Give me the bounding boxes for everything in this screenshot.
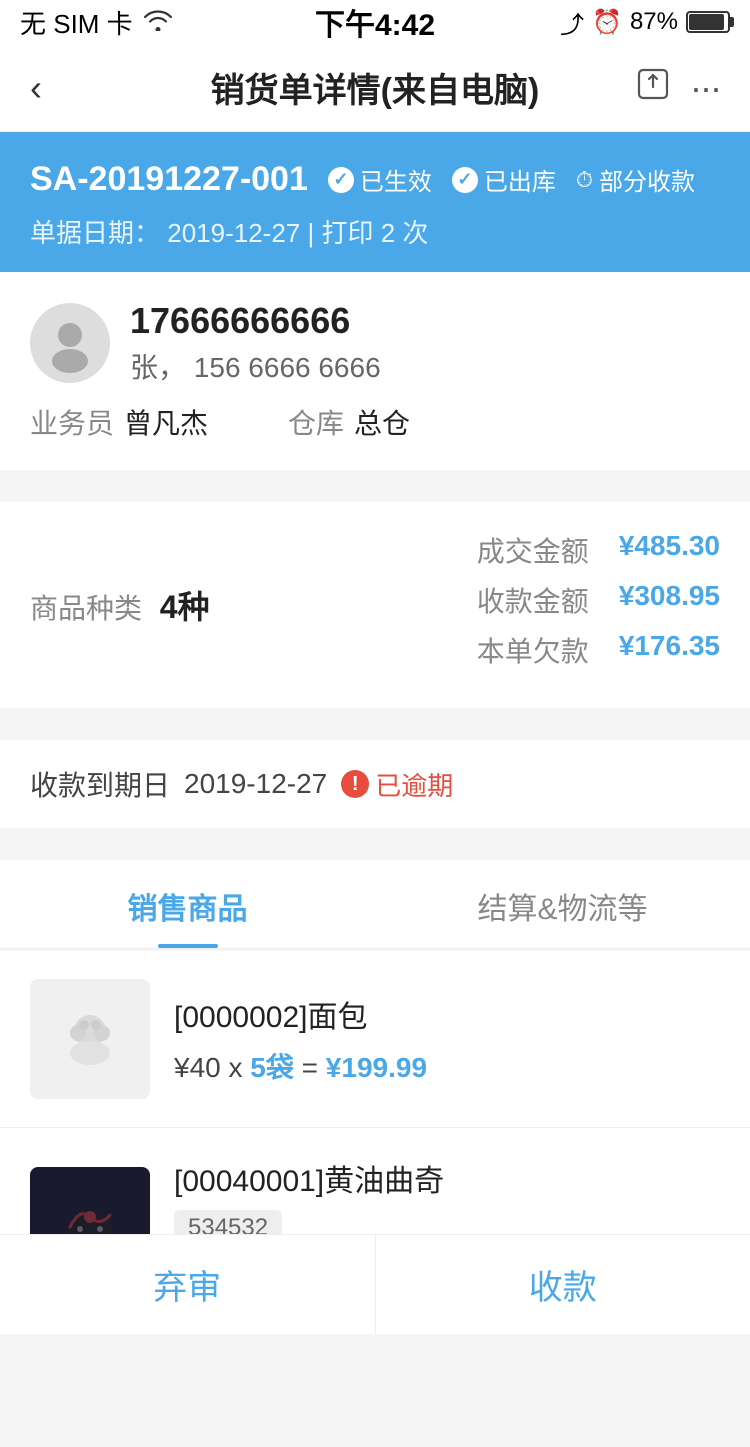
warehouse-label: 仓库	[288, 402, 344, 442]
status-right: ⤴ ⏰ 87%	[560, 5, 730, 40]
customer-alt-phone: 156 6666 6666	[194, 352, 381, 383]
page-title: 销货单详情(来自电脑)	[211, 63, 540, 112]
due-label: 本单欠款	[477, 630, 589, 670]
print-count: 2	[381, 218, 395, 248]
received-label: 收款金额	[477, 580, 589, 620]
product-item: [0000002]面包 ¥40 x 5袋 = ¥199.99	[0, 951, 750, 1128]
print-label: 打印	[321, 218, 373, 248]
nav-bar: ‹ 销货单详情(来自电脑) ···	[0, 44, 750, 132]
location-icon: ⤴	[560, 5, 584, 40]
order-date-row: 单据日期： 2019-12-27 | 打印 2 次	[30, 213, 720, 250]
tab-settlement[interactable]: 结算&物流等	[375, 860, 750, 948]
product-name-1: [0000002]面包	[174, 992, 720, 1036]
tab-sales[interactable]: 销售商品	[0, 860, 375, 948]
status-left: 无 SIM 卡	[20, 4, 173, 41]
order-date-sep: |	[307, 218, 321, 248]
status-time: 下午4:42	[315, 0, 435, 44]
product-thumb-1	[30, 979, 150, 1099]
divider-3	[0, 844, 750, 860]
order-id: SA-20191227-001	[30, 160, 308, 199]
order-date-label: 单据日期：	[30, 218, 160, 248]
battery-percent: 87%	[630, 8, 678, 36]
customer-section: 17666666666 张， 156 6666 6666 业务员 曾凡杰 仓库 …	[0, 272, 750, 470]
customer-name-label: 张，	[130, 352, 186, 383]
status-partial: ⏱ 部分收款	[576, 162, 695, 197]
tab-sales-label: 销售商品	[128, 893, 248, 926]
divider-2	[0, 724, 750, 740]
warehouse-value: 总仓	[354, 402, 410, 442]
status-shipped: ✓ 已出库	[452, 162, 556, 197]
category-value: 4种	[160, 589, 210, 625]
category-label: 商品种类	[30, 593, 142, 624]
overdue-badge: ! 已逾期	[341, 766, 453, 803]
bottom-action-bar: 弃审 收款	[0, 1234, 750, 1334]
print-suffix: 次	[402, 218, 428, 248]
more-icon[interactable]: ···	[690, 67, 720, 109]
stats-section: 商品种类 4种 成交金额 ¥485.30 收款金额 ¥308.95 本单欠款 ¥…	[0, 502, 750, 708]
product-multiply-1: x	[229, 1052, 251, 1083]
overdue-text: 已逾期	[375, 766, 453, 803]
customer-phone: 17666666666	[130, 300, 381, 342]
due-date-label: 收款到期日	[30, 764, 170, 804]
overdue-dot-icon: !	[341, 770, 369, 798]
customer-row: 17666666666 张， 156 6666 6666	[30, 300, 720, 386]
tab-settlement-label: 结算&物流等	[477, 893, 647, 926]
info-row: 业务员 曾凡杰 仓库 总仓	[30, 402, 720, 442]
order-header: SA-20191227-001 ✓ 已生效 ✓ 已出库 ⏱ 部分收款 单据日期：…	[0, 132, 750, 272]
stats-amounts: 成交金额 ¥485.30 收款金额 ¥308.95 本单欠款 ¥176.35	[477, 530, 720, 680]
stats-category: 商品种类 4种	[30, 582, 210, 628]
battery-icon	[686, 11, 730, 33]
product-qty-1: 5袋	[250, 1052, 294, 1083]
spacer-bottom	[0, 1327, 750, 1447]
product-total-1: ¥199.99	[326, 1052, 427, 1083]
amount-label: 成交金额	[477, 530, 589, 570]
status-bar: 无 SIM 卡 下午4:42 ⤴ ⏰ 87%	[0, 0, 750, 44]
back-button[interactable]: ‹	[30, 67, 80, 109]
due-section: 收款到期日 2019-12-27 ! 已逾期	[0, 740, 750, 828]
avatar	[30, 303, 110, 383]
carrier-text: 无 SIM 卡	[20, 4, 133, 41]
salesperson-label: 业务员	[30, 402, 114, 442]
due-date-value: 2019-12-27	[184, 768, 327, 800]
cancel-button[interactable]: 弃审	[0, 1235, 376, 1334]
status-partial-label: 部分收款	[599, 162, 695, 197]
amount-value: ¥485.30	[619, 530, 720, 570]
tabs-bar: 销售商品 结算&物流等	[0, 860, 750, 949]
customer-info: 17666666666 张， 156 6666 6666	[130, 300, 381, 386]
divider-1	[0, 486, 750, 502]
alarm-icon: ⏰	[592, 8, 622, 37]
status-shipped-label: 已出库	[484, 162, 556, 197]
check-icon-2: ✓	[452, 167, 478, 193]
wifi-icon	[143, 7, 173, 38]
confirm-button[interactable]: 收款	[376, 1235, 750, 1334]
stats-row-due: 本单欠款 ¥176.35	[477, 630, 720, 670]
stats-row-received: 收款金额 ¥308.95	[477, 580, 720, 620]
check-icon-1: ✓	[328, 167, 354, 193]
share-icon[interactable]	[636, 67, 670, 109]
product-price-1: ¥40	[174, 1052, 221, 1083]
received-value: ¥308.95	[619, 580, 720, 620]
cancel-label: 弃审	[153, 1260, 221, 1309]
salesperson-value: 曾凡杰	[124, 402, 208, 442]
product-name-2: [00040001]黄油曲奇	[174, 1156, 720, 1200]
due-value: ¥176.35	[619, 630, 720, 670]
product-price-row-1: ¥40 x 5袋 = ¥199.99	[174, 1046, 720, 1086]
status-effective: ✓ 已生效	[328, 162, 432, 197]
status-effective-label: 已生效	[360, 162, 432, 197]
order-date-value: 2019-12-27	[167, 218, 300, 248]
stats-row-amount: 成交金额 ¥485.30	[477, 530, 720, 570]
confirm-label: 收款	[529, 1260, 597, 1309]
product-info-1: [0000002]面包 ¥40 x 5袋 = ¥199.99	[174, 992, 720, 1086]
clock-icon: ⏱	[576, 167, 593, 193]
nav-actions: ···	[636, 67, 720, 109]
product-equals-1: =	[302, 1052, 326, 1083]
customer-name-phone: 张， 156 6666 6666	[130, 346, 381, 386]
